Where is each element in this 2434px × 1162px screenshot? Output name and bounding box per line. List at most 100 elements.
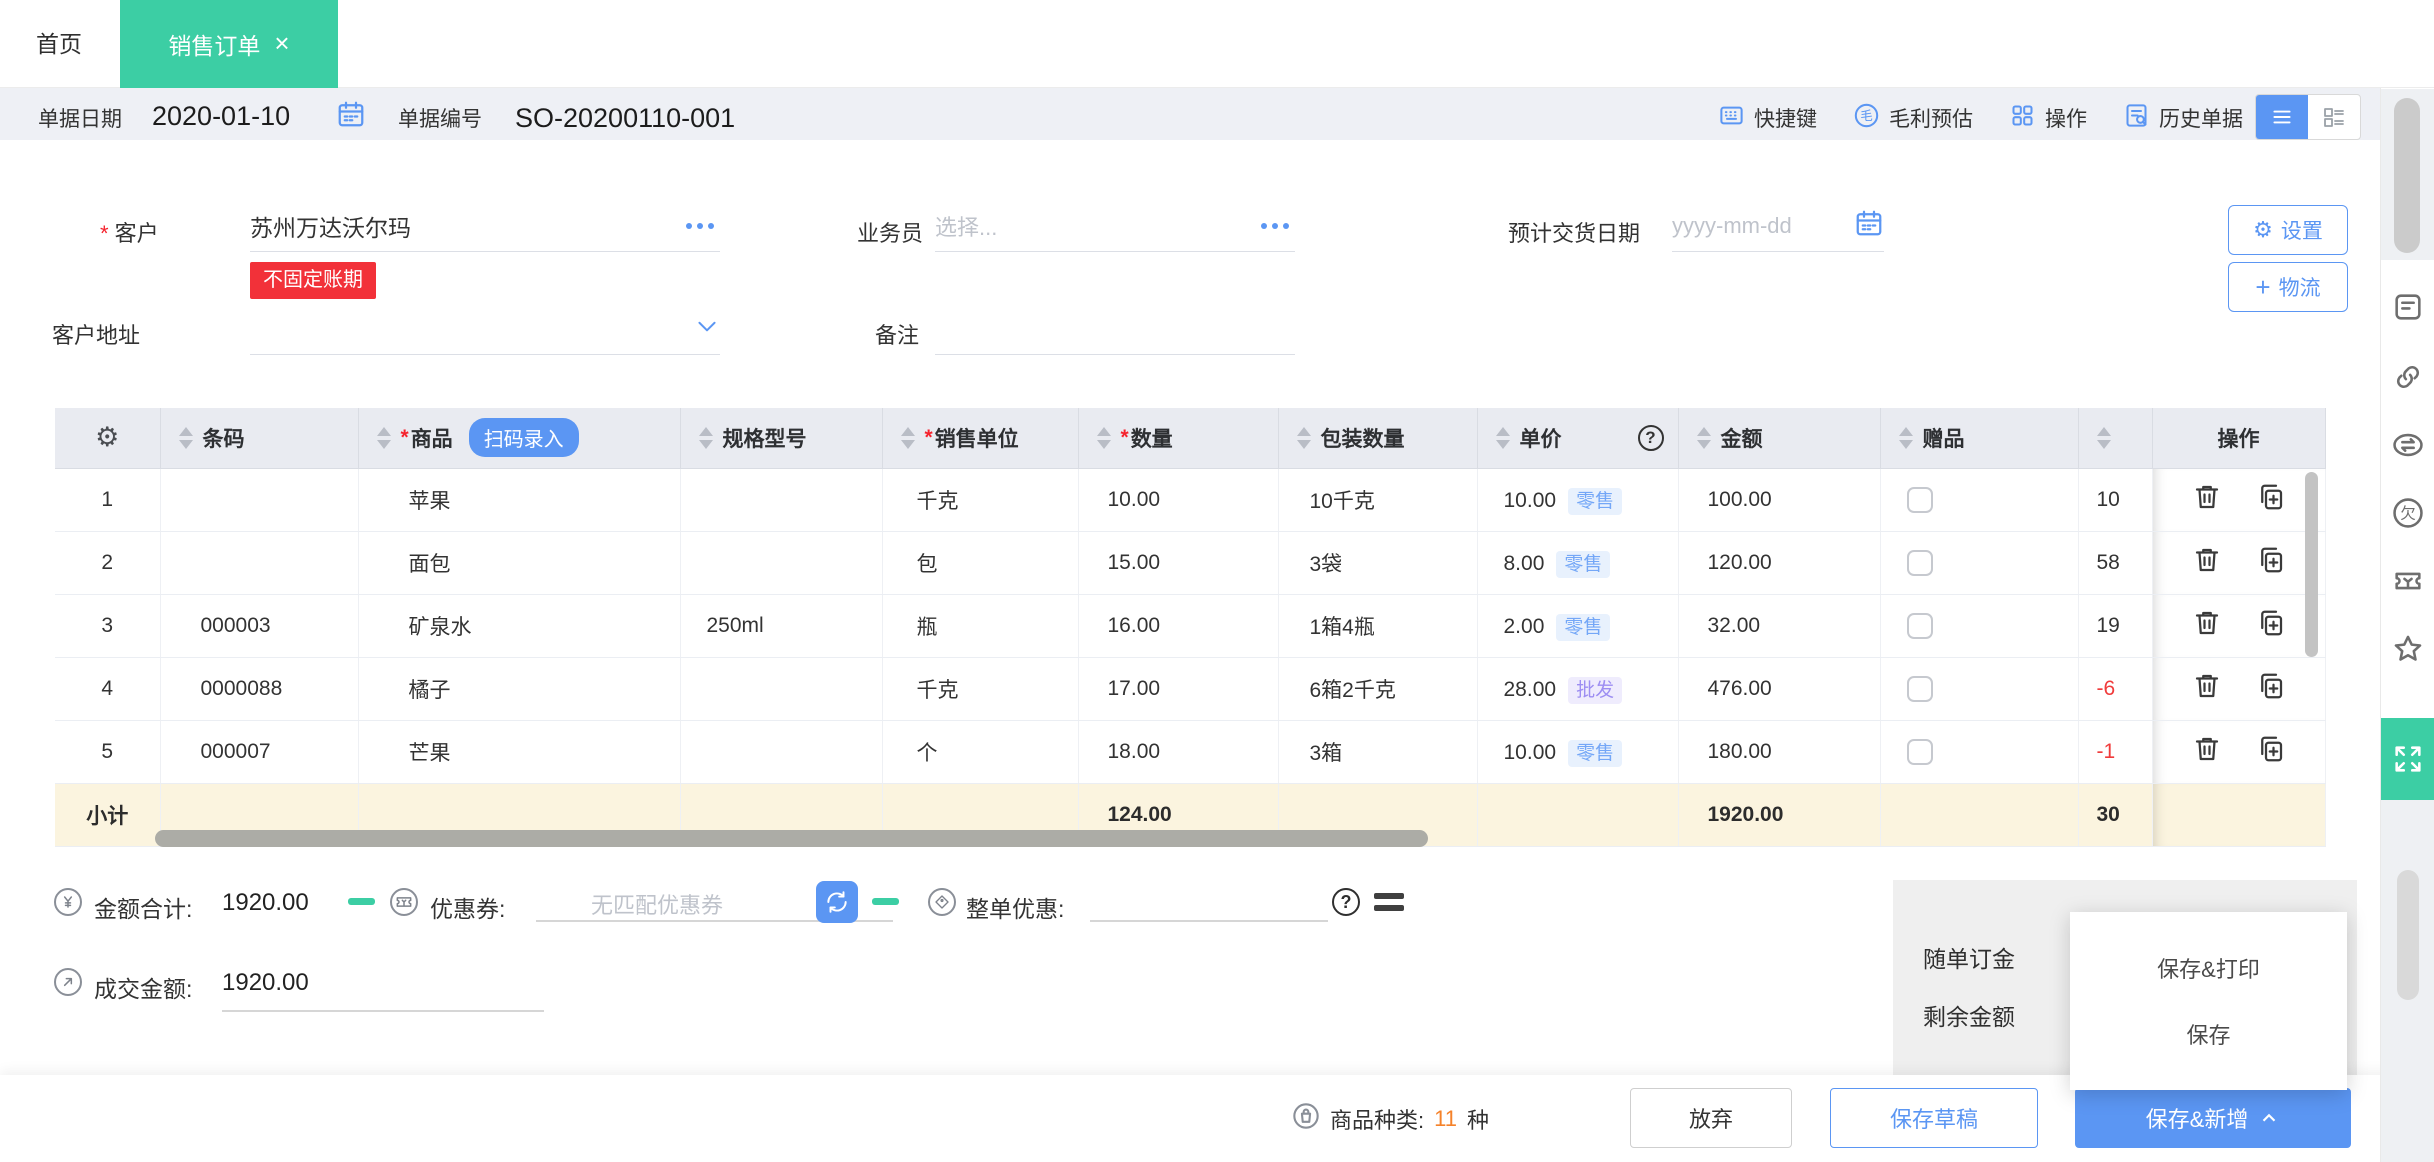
cell-product[interactable]: 苹果 [358, 468, 681, 532]
copy-row-icon[interactable] [2256, 608, 2286, 644]
chevron-down-icon[interactable] [694, 313, 720, 344]
tab-close-icon[interactable]: × [274, 30, 289, 56]
cell-price[interactable]: 10.00 零售 [1477, 468, 1679, 532]
cell-pkg-qty[interactable]: 3箱 [1278, 720, 1478, 784]
cell-spec[interactable] [680, 468, 883, 532]
price-level-badge[interactable]: 零售 [1556, 551, 1611, 578]
salesman-field[interactable]: 选择... [935, 200, 1295, 252]
cell-qty[interactable]: 15.00 [1078, 531, 1279, 595]
cell-price[interactable]: 8.00 零售 [1477, 531, 1679, 595]
help-icon[interactable]: ? [1332, 888, 1360, 916]
sort-arrows-icon[interactable] [1096, 426, 1111, 449]
cell-unit[interactable]: 包 [882, 531, 1079, 595]
cell-pkg-qty[interactable]: 10千克 [1278, 468, 1478, 532]
ellipsis-icon[interactable] [1261, 222, 1289, 229]
delete-row-icon[interactable] [2192, 671, 2222, 707]
link-icon[interactable] [2391, 360, 2425, 394]
gift-checkbox[interactable] [1906, 675, 1933, 702]
gift-checkbox[interactable] [1906, 549, 1933, 576]
price-level-badge[interactable]: 零售 [1556, 614, 1611, 641]
cell-unit[interactable]: 千克 [882, 468, 1079, 532]
column-settings-gear[interactable]: ⚙ [55, 408, 161, 469]
cell-pkg-qty[interactable]: 1箱4瓶 [1278, 594, 1478, 658]
cell-barcode[interactable]: 000007 [160, 720, 359, 784]
calendar-icon[interactable] [1854, 208, 1884, 243]
cell-barcode[interactable] [160, 468, 359, 532]
abandon-button[interactable]: 放弃 [1630, 1088, 1792, 1148]
copy-row-icon[interactable] [2256, 482, 2286, 518]
cell-qty[interactable]: 16.00 [1078, 594, 1279, 658]
toolbar-action-1[interactable]: 快捷键 [1718, 102, 1817, 135]
tab-sales-order[interactable]: 销售订单 × [120, 0, 338, 88]
exchange-icon[interactable] [2391, 428, 2425, 462]
cell-pkg-qty[interactable]: 3袋 [1278, 531, 1478, 595]
cell-price[interactable]: 10.00 零售 [1477, 720, 1679, 784]
cell-unit[interactable]: 瓶 [882, 594, 1079, 658]
sidebar-scrollbar-thumb[interactable] [2394, 98, 2420, 253]
price-level-badge[interactable]: 零售 [1568, 488, 1623, 515]
cell-product[interactable]: 芒果 [358, 720, 681, 784]
doc-date-field[interactable]: 2020-01-10 [152, 92, 366, 142]
cell-spec[interactable] [680, 657, 883, 721]
cell-product[interactable]: 矿泉水 [358, 594, 681, 658]
cell-product[interactable]: 橘子 [358, 657, 681, 721]
delete-row-icon[interactable] [2192, 545, 2222, 581]
star-icon[interactable] [2391, 632, 2425, 666]
cell-barcode[interactable] [160, 531, 359, 595]
customer-address-field[interactable] [250, 303, 720, 355]
copy-row-icon[interactable] [2256, 545, 2286, 581]
cell-qty[interactable]: 18.00 [1078, 720, 1279, 784]
settings-button[interactable]: ⚙ 设置 [2228, 205, 2348, 255]
save-draft-button[interactable]: 保存草稿 [1830, 1088, 2038, 1148]
remark-field[interactable] [935, 303, 1295, 355]
help-icon[interactable]: ? [1637, 424, 1664, 451]
cell-qty[interactable]: 17.00 [1078, 657, 1279, 721]
cell-spec[interactable] [680, 720, 883, 784]
save-menu-item[interactable]: 保存 [2186, 1018, 2230, 1050]
copy-row-icon[interactable] [2256, 671, 2286, 707]
cell-spec[interactable]: 250ml [680, 594, 883, 658]
refresh-coupon-button[interactable] [816, 881, 858, 923]
cell-pkg-qty[interactable]: 6箱2千克 [1278, 657, 1478, 721]
sort-arrows-icon[interactable] [376, 426, 391, 449]
calendar-icon[interactable] [336, 99, 366, 134]
customer-field[interactable]: 苏州万达沃尔玛 [250, 200, 720, 252]
save-menu-item[interactable]: 保存&打印 [2157, 952, 2260, 984]
gift-checkbox[interactable] [1906, 486, 1933, 513]
delete-row-icon[interactable] [2192, 608, 2222, 644]
toolbar-action-3[interactable]: 操作 [2009, 102, 2087, 135]
cell-amount[interactable]: 100.00 [1678, 468, 1881, 532]
sort-arrows-icon[interactable] [698, 426, 713, 449]
cell-unit[interactable]: 千克 [882, 657, 1079, 721]
cell-qty[interactable]: 10.00 [1078, 468, 1279, 532]
copy-row-icon[interactable] [2256, 734, 2286, 770]
cell-price[interactable]: 28.00 批发 [1477, 657, 1679, 721]
sort-arrows-icon[interactable] [178, 426, 193, 449]
delete-row-icon[interactable] [2192, 734, 2222, 770]
save-and-new-button[interactable]: 保存&新增 [2075, 1088, 2351, 1148]
cell-unit[interactable]: 个 [882, 720, 1079, 784]
gift-checkbox[interactable] [1906, 738, 1933, 765]
ellipsis-icon[interactable] [686, 222, 714, 229]
price-level-badge[interactable]: 批发 [1568, 677, 1623, 704]
gift-checkbox[interactable] [1906, 612, 1933, 639]
sort-arrows-icon[interactable] [900, 426, 915, 449]
sort-arrows-icon[interactable] [1495, 426, 1510, 449]
expand-button[interactable] [2381, 718, 2434, 800]
price-level-badge[interactable]: 零售 [1568, 740, 1623, 767]
cell-amount[interactable]: 32.00 [1678, 594, 1881, 658]
logistics-button[interactable]: + 物流 [2228, 262, 2348, 312]
menu-bars-icon[interactable] [1374, 893, 1404, 917]
vertical-scrollbar[interactable] [2305, 472, 2318, 657]
coupon-ticket-icon[interactable] [2391, 564, 2425, 598]
order-discount-field[interactable] [1090, 880, 1328, 922]
tab-home[interactable]: 首页 [36, 0, 82, 88]
note-icon[interactable] [2391, 290, 2425, 324]
cell-barcode[interactable]: 0000088 [160, 657, 359, 721]
doc-no-value[interactable]: SO-20200110-001 [515, 96, 735, 140]
cell-product[interactable]: 面包 [358, 531, 681, 595]
cell-price[interactable]: 2.00 零售 [1477, 594, 1679, 658]
cell-amount[interactable]: 180.00 [1678, 720, 1881, 784]
card-view-button[interactable] [2308, 95, 2360, 139]
toolbar-action-4[interactable]: 历史单据 [2123, 102, 2243, 135]
